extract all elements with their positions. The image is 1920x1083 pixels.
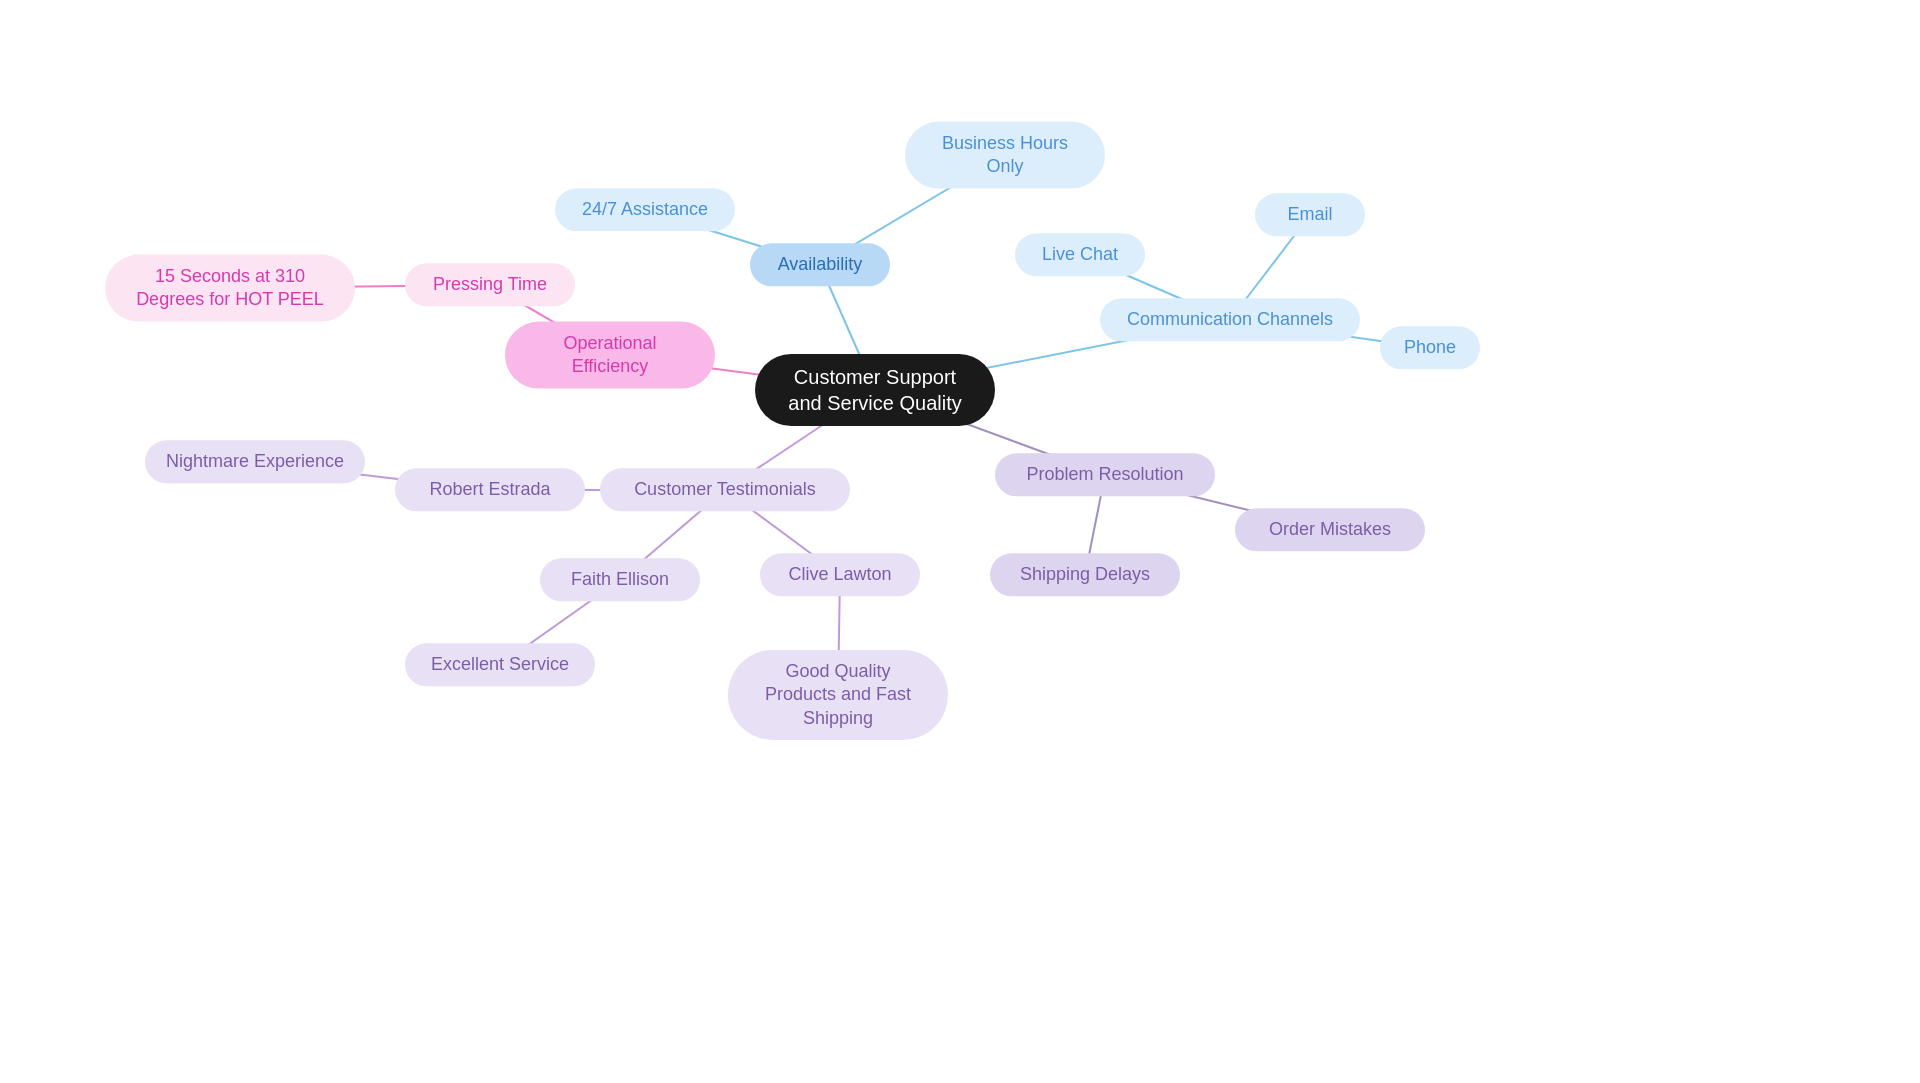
mindmap-container: Customer Support and Service Quality Avai… <box>0 0 1920 1083</box>
node-phone: Phone <box>1380 326 1480 369</box>
node-nightmareExp: Nightmare Experience <box>145 440 365 483</box>
node-email: Email <box>1255 193 1365 236</box>
node-goodQuality: Good Quality Products and Fast Shipping <box>728 650 948 740</box>
node-robertEstrada: Robert Estrada <box>395 468 585 511</box>
node-availability: Availability <box>750 243 890 286</box>
node-liveChat: Live Chat <box>1015 233 1145 276</box>
node-assistance247: 24/7 Assistance <box>555 188 735 231</box>
node-commChannels: Communication Channels <box>1100 298 1360 341</box>
node-pressing15sec: 15 Seconds at 310 Degrees for HOT PEEL <box>105 255 355 322</box>
node-excellentService: Excellent Service <box>405 643 595 686</box>
node-businessHours: Business Hours Only <box>905 122 1105 189</box>
node-operationalEfficiency: Operational Efficiency <box>505 322 715 389</box>
node-problemResolution: Problem Resolution <box>995 453 1215 496</box>
node-shippingDelays: Shipping Delays <box>990 553 1180 596</box>
node-faithEllison: Faith Ellison <box>540 558 700 601</box>
node-center: Customer Support and Service Quality <box>755 354 995 426</box>
node-cliveLawton: Clive Lawton <box>760 553 920 596</box>
node-pressingTime: Pressing Time <box>405 263 575 306</box>
node-orderMistakes: Order Mistakes <box>1235 508 1425 551</box>
node-customerTestimonials: Customer Testimonials <box>600 468 850 511</box>
